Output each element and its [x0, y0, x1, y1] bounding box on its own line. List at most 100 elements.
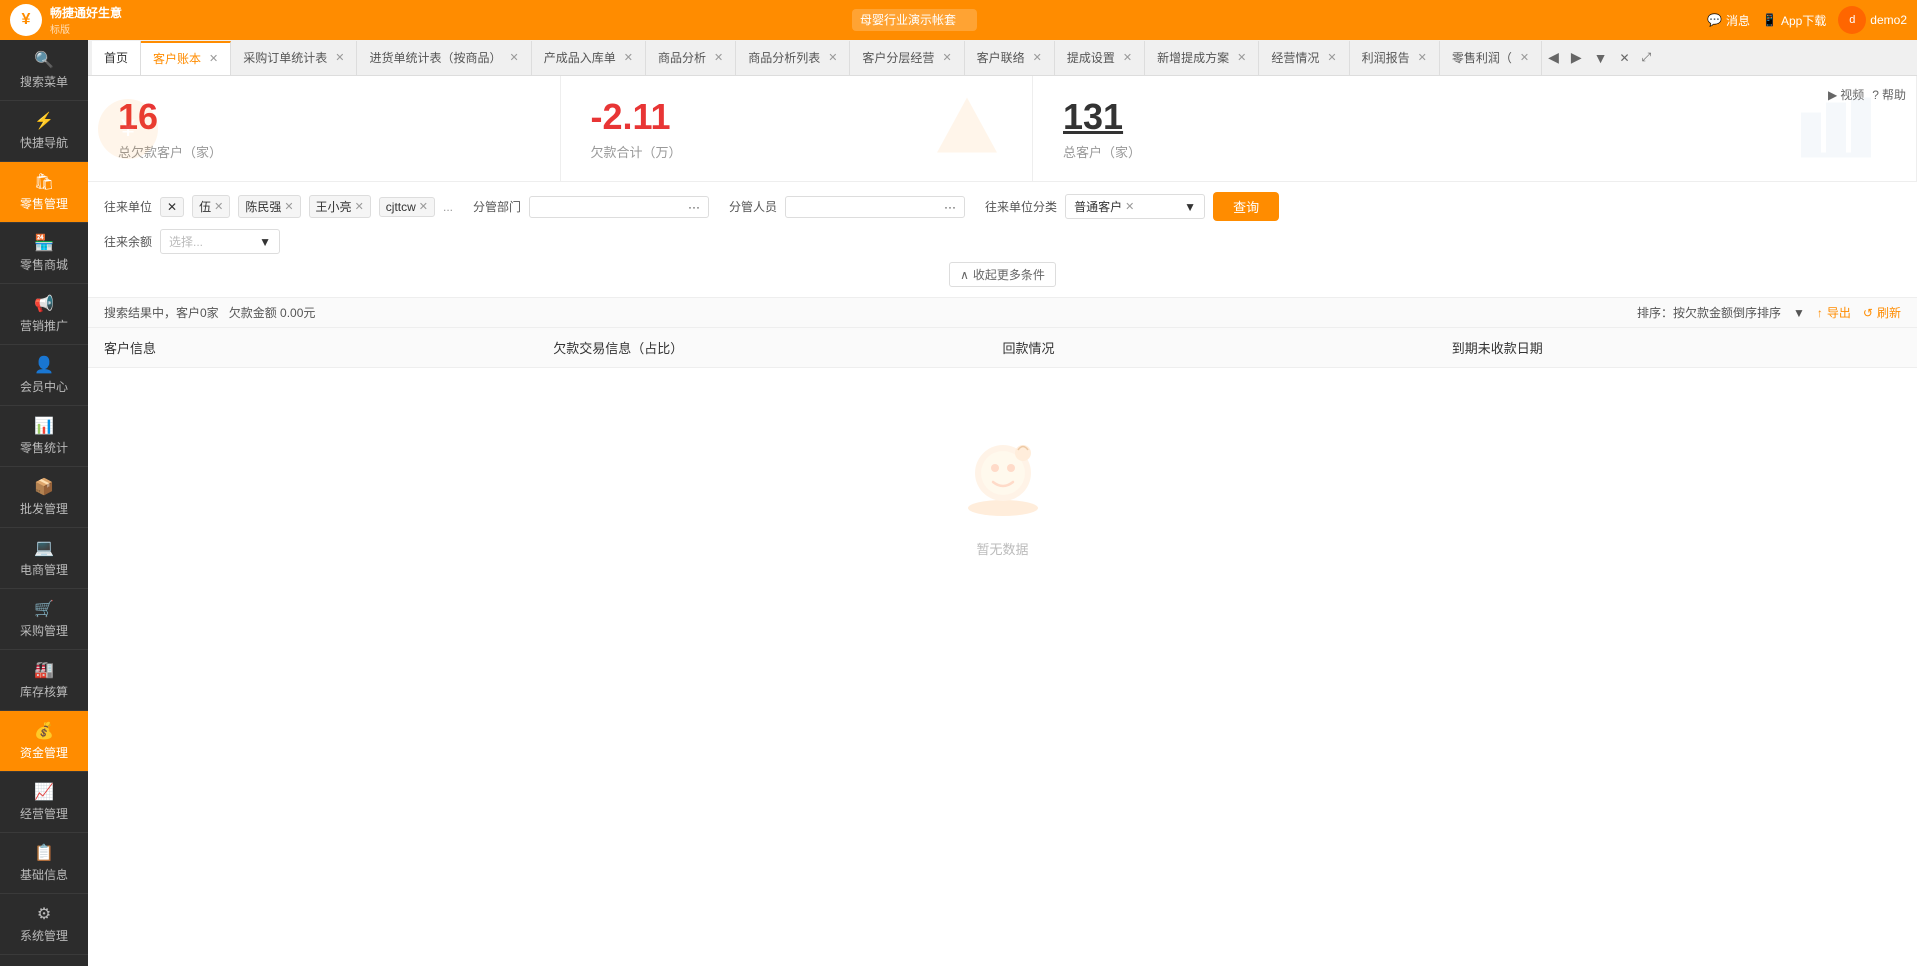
tab-close-product-list[interactable]: ✕: [828, 51, 837, 64]
stat-label-total: 总客户（家）: [1063, 142, 1141, 161]
tabs-close-all-btn[interactable]: ✕: [1613, 41, 1635, 75]
unit-label: 往来单位: [104, 198, 152, 215]
filter-tag-unit-chen[interactable]: 陈民强 ✕: [238, 195, 300, 218]
sidebar-item-enterprise[interactable]: 🤝 企业协同: [0, 955, 88, 966]
main-content: ¥ 16 总欠款客户（家） -2.11 欠款合计（万）: [88, 76, 1917, 966]
stats-area: ¥ 16 总欠款客户（家） -2.11 欠款合计（万）: [88, 76, 1917, 182]
remove-tag-wang[interactable]: ✕: [355, 200, 364, 213]
message-button[interactable]: 💬 消息: [1707, 12, 1750, 29]
sidebar-item-marketing[interactable]: 📢 营销推广: [0, 284, 88, 345]
person-label: 分管人员: [729, 198, 777, 215]
member-icon: 👤: [8, 355, 80, 375]
filter-tag-unit-cj[interactable]: cjttcw ✕: [379, 197, 435, 217]
tab-close-new-raise[interactable]: ✕: [1237, 51, 1246, 64]
sidebar-item-retail-mall[interactable]: 🏪 零售商城: [0, 223, 88, 284]
sidebar-item-system[interactable]: ⚙ 系统管理: [0, 894, 88, 955]
tab-product-analysis[interactable]: 商品分析 ✕: [646, 41, 736, 75]
filter-tag-unit-default[interactable]: ✕: [160, 197, 184, 217]
stat-number-debt: -2.11: [591, 96, 671, 138]
tab-raise-setting[interactable]: 提成设置 ✕: [1055, 41, 1145, 75]
tab-product-list[interactable]: 商品分析列表 ✕: [736, 41, 850, 75]
sidebar-item-quick-nav[interactable]: ⚡ 快捷导航: [0, 101, 88, 162]
tab-close-operation[interactable]: ✕: [1327, 51, 1336, 64]
sidebar-item-member[interactable]: 👤 会员中心: [0, 345, 88, 406]
query-button[interactable]: 查询: [1213, 192, 1279, 221]
sidebar-item-basic-info[interactable]: 📋 基础信息: [0, 833, 88, 894]
main-layout: 🔍 搜索菜单 ⚡ 快捷导航 🛍 零售管理 🏪 零售商城 📢 营销推广 👤: [0, 40, 1917, 966]
refresh-icon: ↺: [1863, 306, 1873, 320]
workspace-selector[interactable]: 母婴行业演示帐套: [852, 9, 977, 31]
top-bar-right: 💬 消息 📱 App下载 d demo2: [1707, 6, 1907, 34]
sort-label: 排序：按欠款金额倒序排序: [1637, 304, 1781, 321]
stat-bg-icon-customers: ¥: [88, 76, 168, 181]
results-bar: 搜索结果中，客户0家 欠款金额 0.00元 排序：按欠款金额倒序排序 ▼ ↑ 导…: [88, 298, 1917, 328]
refresh-button[interactable]: ↺ 刷新: [1863, 304, 1901, 321]
sidebar-item-retail[interactable]: 🛍 零售管理: [0, 162, 88, 223]
tabs-menu-btn[interactable]: ▼: [1588, 41, 1614, 75]
tabs-prev-btn[interactable]: ◀: [1542, 41, 1565, 75]
user-profile[interactable]: d demo2: [1838, 6, 1907, 34]
sidebar-item-retail-stats[interactable]: 📊 零售统计: [0, 406, 88, 467]
help-button[interactable]: ? 帮助: [1872, 86, 1906, 103]
tab-new-raise[interactable]: 新增提成方案 ✕: [1145, 41, 1259, 75]
tab-retail-profit[interactable]: 零售利润（ ✕: [1440, 41, 1542, 75]
tab-purchase-order[interactable]: 采购订单统计表 ✕: [231, 41, 357, 75]
tab-close-contact[interactable]: ✕: [1033, 51, 1042, 64]
sidebar-item-operations[interactable]: 📈 经营管理: [0, 772, 88, 833]
tabs-expand-btn[interactable]: ⤢: [1636, 41, 1658, 75]
sidebar-item-search[interactable]: 🔍 搜索菜单: [0, 40, 88, 101]
sidebar-item-purchase[interactable]: 🛒 采购管理: [0, 589, 88, 650]
stat-number-total[interactable]: 131: [1063, 96, 1123, 138]
filter-row-2: 往来余额 选择... ▼: [104, 229, 1901, 254]
remove-category[interactable]: ✕: [1125, 200, 1134, 213]
sidebar-item-batch[interactable]: 📦 批发管理: [0, 467, 88, 528]
filter-more-units[interactable]: ...: [443, 200, 453, 214]
tab-close-profit[interactable]: ✕: [1418, 51, 1427, 64]
results-actions: 排序：按欠款金额倒序排序 ▼ ↑ 导出 ↺ 刷新: [1637, 304, 1901, 321]
inventory-icon: 🏭: [8, 660, 80, 680]
stat-block-debt: -2.11 欠款合计（万）: [561, 76, 1034, 181]
stats-icon: 📊: [8, 416, 80, 436]
sidebar-item-finance[interactable]: 💰 资金管理: [0, 711, 88, 772]
tab-close-inbound[interactable]: ✕: [510, 51, 519, 64]
tab-close-customer-account[interactable]: ✕: [209, 52, 218, 65]
remove-tag-wu[interactable]: ✕: [214, 200, 223, 213]
tab-close-segment[interactable]: ✕: [942, 51, 951, 64]
tab-close-purchase[interactable]: ✕: [335, 51, 344, 64]
remove-tag-cj[interactable]: ✕: [419, 200, 428, 213]
table-header-customer: 客户信息: [104, 338, 553, 357]
retail-icon: 🛍: [8, 172, 80, 192]
download-button[interactable]: 📱 App下载: [1762, 12, 1826, 29]
tab-close-retail[interactable]: ✕: [1520, 51, 1529, 64]
tab-inbound-stats[interactable]: 进货单统计表（按商品） ✕: [357, 41, 531, 75]
filter-tag-unit-wang[interactable]: 王小亮 ✕: [309, 195, 371, 218]
tab-close-cost[interactable]: ✕: [624, 51, 633, 64]
tab-cost-inbound[interactable]: 产成品入库单 ✕: [532, 41, 646, 75]
balance-selector[interactable]: 选择... ▼: [160, 229, 280, 254]
sidebar-item-inventory[interactable]: 🏭 库存核算: [0, 650, 88, 711]
tab-close-raise[interactable]: ✕: [1123, 51, 1132, 64]
collapse-button[interactable]: ∧ 收起更多条件: [949, 262, 1056, 287]
person-selector[interactable]: ···: [785, 196, 965, 218]
quick-nav-icon: ⚡: [8, 111, 80, 131]
filter-tag-unit-wu[interactable]: 伍 ✕: [192, 195, 230, 218]
purchase-icon: 🛒: [8, 599, 80, 619]
batch-icon: 📦: [8, 477, 80, 497]
tab-close-product[interactable]: ✕: [714, 51, 723, 64]
tab-customer-contact[interactable]: 客户联络 ✕: [965, 41, 1055, 75]
unit-category-selector[interactable]: 普通客户 ✕ ▼: [1065, 194, 1205, 219]
tabs-next-btn[interactable]: ▶: [1565, 41, 1588, 75]
tab-home[interactable]: 首页: [92, 41, 141, 75]
export-button[interactable]: ↑ 导出: [1817, 304, 1851, 321]
video-button[interactable]: ▶ 视频: [1828, 86, 1864, 103]
svg-text:¥: ¥: [120, 115, 135, 142]
table-header-repay: 回款情况: [1003, 338, 1452, 357]
sidebar-item-ecommerce[interactable]: 💻 电商管理: [0, 528, 88, 589]
filter-tag-normal-customer[interactable]: 普通客户 ✕: [1074, 198, 1134, 215]
dept-selector[interactable]: ···: [529, 196, 709, 218]
tab-customer-segment[interactable]: 客户分层经营 ✕: [850, 41, 964, 75]
remove-tag-chen[interactable]: ✕: [284, 200, 293, 213]
tab-profit[interactable]: 利润报告 ✕: [1350, 41, 1440, 75]
tab-customer-account[interactable]: 客户账本 ✕: [141, 41, 231, 75]
tab-operation[interactable]: 经营情况 ✕: [1259, 41, 1349, 75]
